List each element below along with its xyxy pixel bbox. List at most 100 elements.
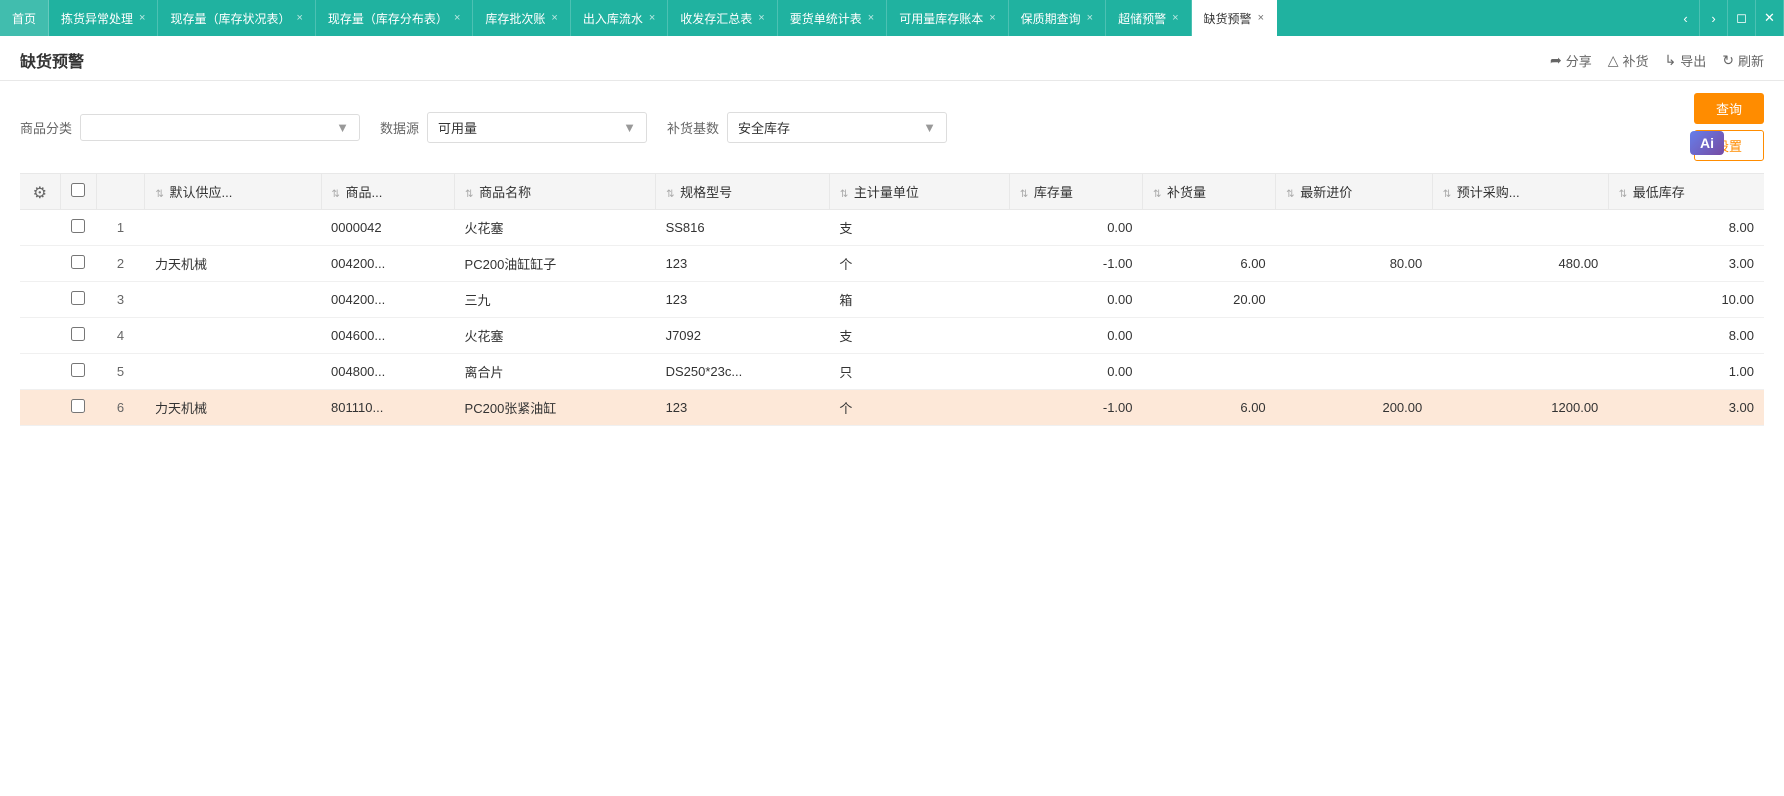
tab-nav-right[interactable]: › <box>1700 0 1728 36</box>
tab-demand[interactable]: 要货单统计表 × <box>778 0 887 36</box>
select-all-checkbox[interactable] <box>71 183 85 197</box>
filter-datasource-value: 可用量 <box>438 118 477 137</box>
tab-nav-left[interactable]: ‹ <box>1672 0 1700 36</box>
th-min-stock[interactable]: ⇅ 最低库存 <box>1608 174 1764 210</box>
tab-home[interactable]: 首页 <box>0 0 49 36</box>
tab-inout[interactable]: 出入库流水 × <box>571 0 668 36</box>
refresh-button[interactable]: ↻ 刷新 <box>1722 51 1764 70</box>
row-checkbox[interactable] <box>71 219 85 233</box>
td-checkbox[interactable] <box>60 282 96 318</box>
tab-nav-close-all[interactable]: ✕ <box>1756 0 1784 36</box>
tab-close-stock-dist[interactable]: × <box>454 12 460 24</box>
tab-stock-dist[interactable]: 现存量（库存分布表） × <box>316 0 473 36</box>
ai-badge[interactable]: Ai <box>1690 131 1724 155</box>
tab-available[interactable]: 可用量库存账本 × <box>887 0 1008 36</box>
tab-close-batch[interactable]: × <box>551 12 557 24</box>
th-unit[interactable]: ⇅ 主计量单位 <box>829 174 1009 210</box>
table-row: 2 力天机械 004200... PC200油缸缸子 123 个 -1.00 6… <box>20 246 1764 282</box>
th-checkbox[interactable] <box>60 174 96 210</box>
td-checkbox[interactable] <box>60 354 96 390</box>
tab-close-available[interactable]: × <box>989 12 995 24</box>
table-row: 1 0000042 火花塞 SS816 支 0.00 8.00 <box>20 210 1764 246</box>
th-product-code[interactable]: ⇅ 商品... <box>321 174 455 210</box>
tab-close-demand[interactable]: × <box>868 12 874 24</box>
tab-close-overstock[interactable]: × <box>1172 12 1178 24</box>
filter-category-select[interactable]: ▼ <box>80 114 360 141</box>
td-replenish-qty <box>1143 318 1276 354</box>
table-row: 4 004600... 火花塞 J7092 支 0.00 8.00 <box>20 318 1764 354</box>
table-row: 3 004200... 三九 123 箱 0.00 20.00 10.00 <box>20 282 1764 318</box>
tab-batch[interactable]: 库存批次账 × <box>473 0 570 36</box>
tab-expiry[interactable]: 保质期查询 × <box>1009 0 1106 36</box>
td-latest-price <box>1276 318 1433 354</box>
th-settings[interactable]: ⚙ <box>20 174 60 210</box>
td-spec: 123 <box>656 282 830 318</box>
sort-icon-unit: ⇅ <box>840 189 848 200</box>
th-spec[interactable]: ⇅ 规格型号 <box>656 174 830 210</box>
td-no: 3 <box>96 282 145 318</box>
tab-close-expiry[interactable]: × <box>1087 12 1093 24</box>
sort-icon-spec: ⇅ <box>666 189 674 200</box>
filter-datasource-group: 数据源 可用量 ▼ <box>380 112 647 143</box>
td-checkbox[interactable] <box>60 246 96 282</box>
td-spec: DS250*23c... <box>656 354 830 390</box>
row-checkbox[interactable] <box>71 291 85 305</box>
tab-close-picking[interactable]: × <box>139 12 145 24</box>
td-min-stock: 3.00 <box>1608 246 1764 282</box>
tab-stock-status[interactable]: 现存量（库存状况表） × <box>158 0 315 36</box>
th-default-supplier[interactable]: ⇅ 默认供应... <box>145 174 321 210</box>
th-stock[interactable]: ⇅ 库存量 <box>1009 174 1142 210</box>
query-button[interactable]: 查询 <box>1694 93 1764 124</box>
th-latest-price[interactable]: ⇅ 最新进价 <box>1276 174 1433 210</box>
td-latest-price <box>1276 354 1433 390</box>
row-checkbox[interactable] <box>71 255 85 269</box>
td-replenish-qty: 6.00 <box>1143 390 1276 426</box>
chevron-down-icon: ▼ <box>336 120 349 135</box>
td-settings <box>20 318 60 354</box>
filter-datasource-select[interactable]: 可用量 ▼ <box>427 112 647 143</box>
td-stock: 0.00 <box>1009 282 1142 318</box>
th-est-purchase[interactable]: ⇅ 预计采购... <box>1432 174 1608 210</box>
th-product-name[interactable]: ⇅ 商品名称 <box>455 174 656 210</box>
row-checkbox[interactable] <box>71 327 85 341</box>
tab-shortage[interactable]: 缺货预警 × <box>1192 0 1277 36</box>
tab-close-inout[interactable]: × <box>649 12 655 24</box>
td-settings <box>20 390 60 426</box>
td-product-name: PC200油缸缸子 <box>455 246 656 282</box>
td-product-code: 0000042 <box>321 210 455 246</box>
td-stock: -1.00 <box>1009 246 1142 282</box>
td-checkbox[interactable] <box>60 210 96 246</box>
filter-category-label: 商品分类 <box>20 118 72 137</box>
tab-close-stock-status[interactable]: × <box>296 12 302 24</box>
td-supplier: 力天机械 <box>145 390 321 426</box>
tab-overstock[interactable]: 超储预警 × <box>1106 0 1191 36</box>
th-replenish-qty[interactable]: ⇅ 补货量 <box>1143 174 1276 210</box>
filter-replenish-group: 补货基数 安全库存 ▼ <box>667 112 947 143</box>
sort-icon-replenish: ⇅ <box>1153 189 1161 200</box>
td-checkbox[interactable] <box>60 390 96 426</box>
row-checkbox[interactable] <box>71 363 85 377</box>
td-product-code: 004800... <box>321 354 455 390</box>
td-min-stock: 8.00 <box>1608 318 1764 354</box>
tab-summary[interactable]: 收发存汇总表 × <box>668 0 777 36</box>
tab-picking[interactable]: 拣货异常处理 × <box>49 0 158 36</box>
td-settings <box>20 354 60 390</box>
td-min-stock: 1.00 <box>1608 354 1764 390</box>
td-checkbox[interactable] <box>60 318 96 354</box>
td-supplier <box>145 354 321 390</box>
export-button[interactable]: ↳ 导出 <box>1665 51 1707 70</box>
td-supplier <box>145 210 321 246</box>
share-button[interactable]: ➦ 分享 <box>1550 51 1592 70</box>
td-replenish-qty: 6.00 <box>1143 246 1276 282</box>
replenish-button[interactable]: △ 补货 <box>1608 51 1649 70</box>
td-replenish-qty: 20.00 <box>1143 282 1276 318</box>
filter-replenish-select[interactable]: 安全库存 ▼ <box>727 112 947 143</box>
gear-icon[interactable]: ⚙ <box>31 183 49 201</box>
td-est-purchase: 1200.00 <box>1432 390 1608 426</box>
tab-close-shortage[interactable]: × <box>1258 12 1264 24</box>
data-table: ⚙ ⇅ 默认供应... ⇅ 商品... ⇅ <box>20 173 1764 426</box>
tab-close-summary[interactable]: × <box>758 12 764 24</box>
row-checkbox[interactable] <box>71 399 85 413</box>
filter-replenish-label: 补货基数 <box>667 118 719 137</box>
tab-nav-restore[interactable]: ◻ <box>1728 0 1756 36</box>
